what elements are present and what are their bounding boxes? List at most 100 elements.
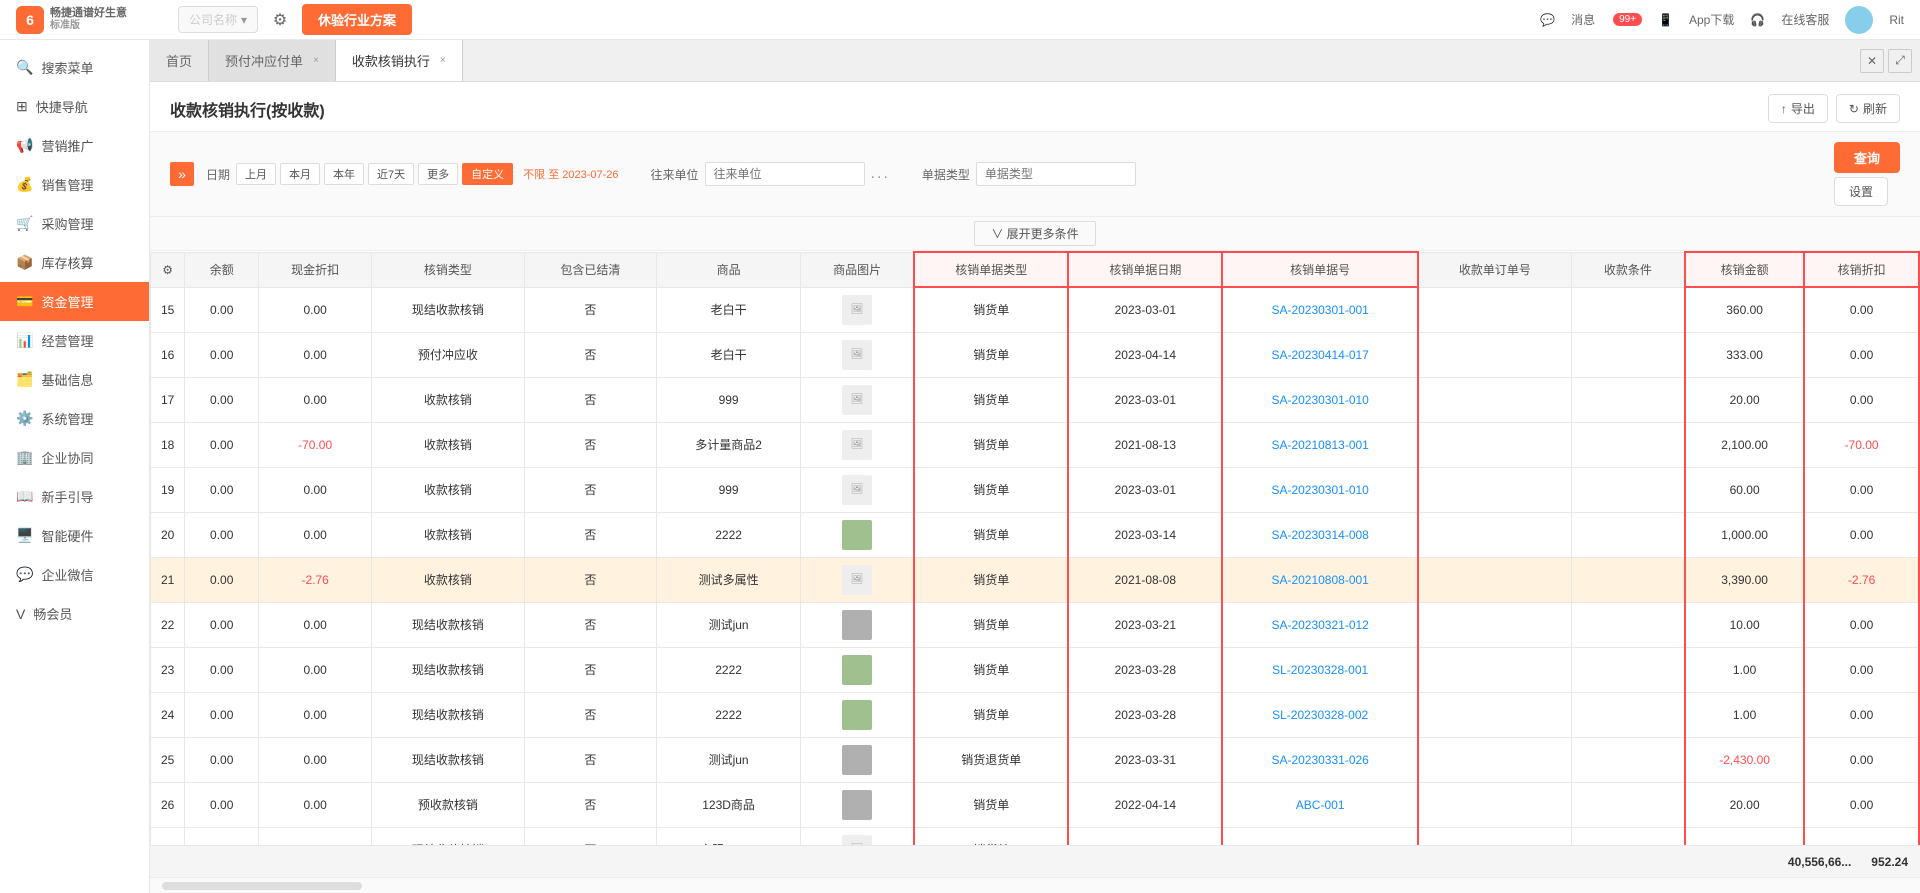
row-voucher-type: 销货单 <box>914 647 1068 692</box>
row-product-image: 🖼 <box>800 467 914 512</box>
row-product-image: 🖼 <box>800 287 914 332</box>
row-include-settled: 否 <box>524 377 657 422</box>
product-image: 🖼 <box>842 475 872 505</box>
row-balance: 0.00 <box>185 782 259 827</box>
row-voucher-type: 销货单 <box>914 827 1068 845</box>
row-voucher-type: 销货退货单 <box>914 737 1068 782</box>
row-index: 25 <box>151 737 185 782</box>
this-month-btn[interactable]: 本月 <box>280 163 320 185</box>
sidebar-item-marketing[interactable]: 📢 营销推广 <box>0 126 149 165</box>
row-product-image: 🖼 <box>800 332 914 377</box>
table-row: 19 0.00 0.00 收款核销 否 999 🖼 销货单 2023-03-01… <box>151 467 1920 512</box>
row-voucher-no[interactable]: SA-20210808-001 <box>1222 557 1418 602</box>
close-window-button[interactable]: ✕ <box>1860 49 1884 73</box>
row-index: 27 <box>151 827 185 845</box>
export-button[interactable]: ↑ 导出 <box>1768 94 1828 123</box>
row-voucher-no[interactable]: SA-20230301-010 <box>1222 467 1418 512</box>
filter-expand-button[interactable]: » <box>170 162 194 186</box>
settings-button[interactable]: 设置 <box>1834 177 1888 206</box>
table-row: 18 0.00 -70.00 收款核销 否 多计量商品2 🖼 销货单 2021-… <box>151 422 1920 467</box>
sidebar-item-wechat[interactable]: 💬 企业微信 <box>0 555 149 594</box>
last7days-btn[interactable]: 近7天 <box>368 163 414 185</box>
row-cash-discount: -70.00 <box>259 422 372 467</box>
row-voucher-no[interactable]: SA-20230414-017 <box>1222 332 1418 377</box>
tab-prepay[interactable]: 预付冲应付单 × <box>209 40 336 81</box>
sidebar-item-operation[interactable]: 📊 经营管理 <box>0 321 149 360</box>
row-voucher-no[interactable]: SA-20230321-012 <box>1222 602 1418 647</box>
row-writeoff-discount: 0.00 <box>1804 647 1919 692</box>
sidebar-item-enterprise[interactable]: 🏢 企业协同 <box>0 438 149 477</box>
row-writeoff-type: 预收款核销 <box>372 782 524 827</box>
sidebar-item-guide[interactable]: 📖 新手引导 <box>0 477 149 516</box>
settings-button[interactable]: ⚙ <box>266 6 294 34</box>
service-label[interactable]: 在线客服 <box>1781 11 1829 28</box>
row-voucher-no[interactable]: SA-20230301-001 <box>1222 287 1418 332</box>
row-receipt-condition <box>1571 287 1685 332</box>
company-selector[interactable]: 公司名称 ▾ <box>178 6 258 33</box>
expand-more-button[interactable]: ∨ 展开更多条件 <box>974 221 1095 246</box>
row-voucher-no[interactable]: SL-20230328-001 <box>1222 647 1418 692</box>
sidebar-item-search[interactable]: 🔍 搜索菜单 <box>0 48 149 87</box>
top-bar: 6 畅捷通谱好生意 标准版 公司名称 ▾ ⚙ 休验行业方案 💬 消息 99+ 📱… <box>0 0 1920 40</box>
row-index: 23 <box>151 647 185 692</box>
sidebar-item-basic[interactable]: 🗂️ 基础信息 <box>0 360 149 399</box>
row-include-settled: 否 <box>524 422 657 467</box>
sidebar-item-hardware[interactable]: 🖥️ 智能硬件 <box>0 516 149 555</box>
row-writeoff-amount: 10.00 <box>1685 602 1804 647</box>
from-unit-label: 往来单位 <box>651 166 699 183</box>
row-voucher-no[interactable]: SA-20230314-008 <box>1222 512 1418 557</box>
row-voucher-date: 2022-04-14 <box>1068 782 1222 827</box>
enterprise-icon: 🏢 <box>16 449 33 466</box>
maximize-window-button[interactable]: ⤢ <box>1888 49 1912 73</box>
app-label[interactable]: App下载 <box>1689 11 1734 28</box>
custom-date-btn[interactable]: 自定义 <box>462 163 513 185</box>
sidebar-item-finance[interactable]: 💳 资金管理 <box>0 282 149 321</box>
row-voucher-no[interactable]: SL-20230408-001 <box>1222 827 1418 845</box>
voucher-type-input[interactable] <box>976 162 1136 186</box>
main-layout: 🔍 搜索菜单 ⊞ 快捷导航 📢 营销推广 💰 销售管理 🛒 采购管理 📦 库存核… <box>0 40 1920 893</box>
last-month-btn[interactable]: 上月 <box>236 163 276 185</box>
logo-text: 畅捷通谱好生意 标准版 <box>50 7 127 32</box>
tab-receipt[interactable]: 收款核销执行 × <box>336 40 463 81</box>
row-voucher-no[interactable]: ABC-001 <box>1222 782 1418 827</box>
from-unit-input[interactable] <box>705 162 865 186</box>
close-receipt-tab[interactable]: × <box>440 55 446 66</box>
row-voucher-no[interactable]: SA-20230301-010 <box>1222 377 1418 422</box>
row-product-image: 🖼 <box>800 557 914 602</box>
table-container[interactable]: ⚙ 余额 现金折扣 核销类型 包含已结清 商品 商品图片 核销单据类型 核销单据… <box>150 251 1920 845</box>
col-product: 商品 <box>657 252 801 287</box>
tab-home[interactable]: 首页 <box>150 40 209 81</box>
sidebar-item-inventory[interactable]: 📦 库存核算 <box>0 243 149 282</box>
product-image <box>842 610 872 640</box>
this-year-btn[interactable]: 本年 <box>324 163 364 185</box>
horizontal-scrollbar[interactable] <box>162 882 362 890</box>
industry-button[interactable]: 休验行业方案 <box>302 4 412 35</box>
row-voucher-no[interactable]: SA-20210813-001 <box>1222 422 1418 467</box>
col-writeoff-type: 核销类型 <box>372 252 524 287</box>
sidebar-item-purchase[interactable]: 🛒 采购管理 <box>0 204 149 243</box>
avatar[interactable] <box>1845 6 1873 34</box>
sidebar-item-member[interactable]: V 畅会员 <box>0 594 149 633</box>
message-label[interactable]: 消息 <box>1571 11 1595 28</box>
row-cash-discount: 0.00 <box>259 377 372 422</box>
row-product-image: 🖼 <box>800 827 914 845</box>
row-voucher-no[interactable]: SA-20230331-026 <box>1222 737 1418 782</box>
filter-actions: 查询 设置 <box>1834 142 1900 206</box>
sidebar-item-quicknav[interactable]: ⊞ 快捷导航 <box>0 87 149 126</box>
header-actions: ↑ 导出 ↻ 刷新 <box>1768 94 1900 123</box>
row-cash-discount: 0.00 <box>259 287 372 332</box>
col-settings[interactable]: ⚙ <box>151 252 185 287</box>
row-index: 17 <box>151 377 185 422</box>
row-voucher-type: 销货单 <box>914 557 1068 602</box>
query-button[interactable]: 查询 <box>1834 142 1900 173</box>
row-product-image <box>800 512 914 557</box>
refresh-button[interactable]: ↻ 刷新 <box>1836 94 1900 123</box>
sidebar-item-system[interactable]: ⚙️ 系统管理 <box>0 399 149 438</box>
row-voucher-no[interactable]: SL-20230328-002 <box>1222 692 1418 737</box>
search-icon: 🔍 <box>16 59 33 76</box>
tab-bar: 首页 预付冲应付单 × 收款核销执行 × ✕ ⤢ <box>150 40 1920 82</box>
sidebar-item-sales[interactable]: 💰 销售管理 <box>0 165 149 204</box>
more-date-btn[interactable]: 更多 <box>418 163 458 185</box>
row-voucher-date: 2023-03-31 <box>1068 737 1222 782</box>
close-prepay-tab[interactable]: × <box>313 55 319 66</box>
